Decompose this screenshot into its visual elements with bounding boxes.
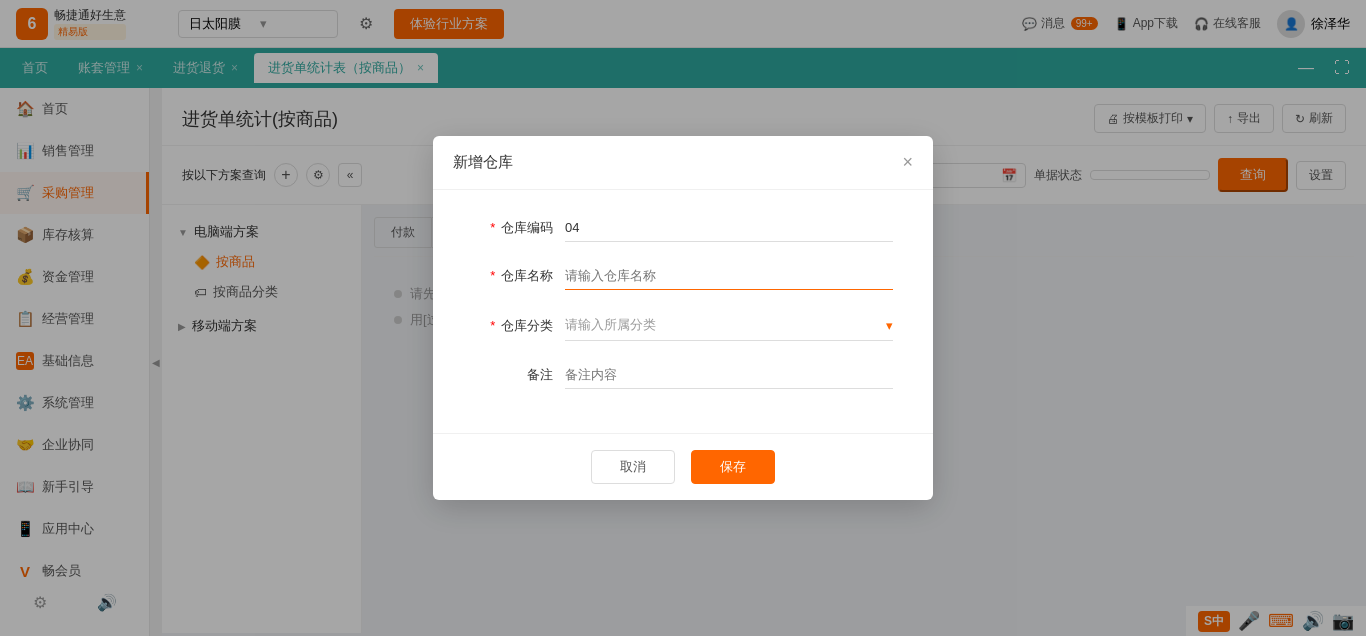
required-star-name: * — [490, 268, 495, 283]
new-warehouse-modal: 新增仓库 × * 仓库编码 * 仓库名称 — [433, 136, 933, 500]
form-row-remark: 备注 — [473, 361, 893, 389]
warehouse-category-label: * 仓库分类 — [473, 317, 553, 335]
required-star-code: * — [490, 220, 495, 235]
form-row-name: * 仓库名称 — [473, 262, 893, 290]
warehouse-name-label: * 仓库名称 — [473, 267, 553, 285]
category-chevron-icon: ▾ — [886, 318, 893, 333]
form-row-category: * 仓库分类 请输入所属分类 ▾ — [473, 310, 893, 341]
modal-body: * 仓库编码 * 仓库名称 * 仓库分类 请输入 — [433, 190, 933, 433]
warehouse-category-select[interactable]: 请输入所属分类 ▾ — [565, 310, 893, 341]
form-row-code: * 仓库编码 — [473, 214, 893, 242]
warehouse-name-input[interactable] — [565, 262, 893, 290]
required-star-category: * — [490, 318, 495, 333]
cancel-button[interactable]: 取消 — [591, 450, 675, 484]
warehouse-code-label: * 仓库编码 — [473, 219, 553, 237]
warehouse-code-input[interactable] — [565, 214, 893, 242]
category-placeholder: 请输入所属分类 — [565, 316, 656, 334]
modal-title: 新增仓库 — [453, 153, 513, 172]
modal-header: 新增仓库 × — [433, 136, 933, 190]
modal-close-button[interactable]: × — [902, 152, 913, 173]
remark-input[interactable] — [565, 361, 893, 389]
save-button[interactable]: 保存 — [691, 450, 775, 484]
modal-overlay: 新增仓库 × * 仓库编码 * 仓库名称 — [0, 0, 1366, 636]
modal-footer: 取消 保存 — [433, 433, 933, 500]
remark-label: 备注 — [473, 366, 553, 384]
